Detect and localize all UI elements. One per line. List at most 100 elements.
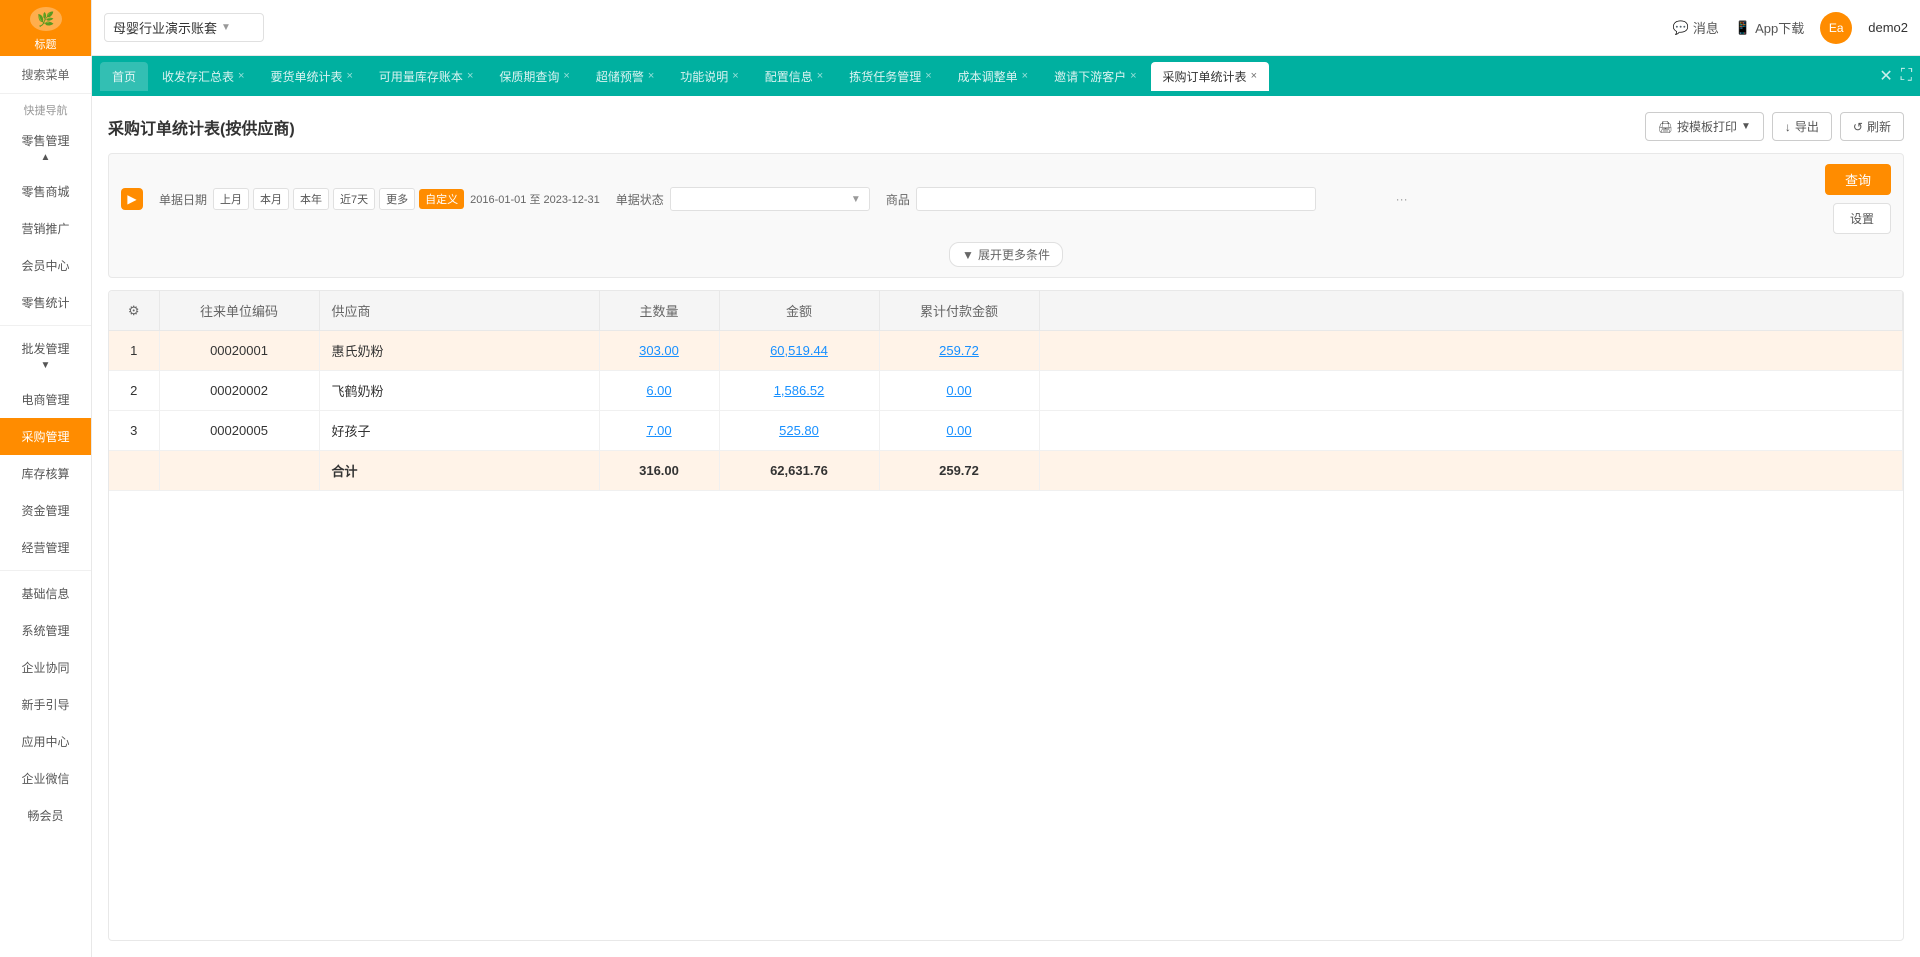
search-button[interactable]: 查询	[1825, 164, 1891, 195]
avatar[interactable]: Ea	[1820, 12, 1852, 44]
username-label[interactable]: demo2	[1868, 20, 1908, 35]
sidebar-item-ecommerce[interactable]: 电商管理	[0, 381, 91, 418]
amount-link[interactable]: 525.80	[779, 423, 819, 438]
refresh-button[interactable]: ↺ 刷新	[1840, 112, 1904, 141]
print-button[interactable]: 🖨 按模板打印 ▼	[1645, 112, 1764, 141]
tab-close-icon[interactable]: ×	[732, 70, 738, 82]
sidebar-item-enterprise[interactable]: 企业协同	[0, 649, 91, 686]
tab-label: 可用量库存账本	[379, 68, 463, 85]
amount-link[interactable]: 1,586.52	[774, 383, 825, 398]
tab-close-icon[interactable]: ×	[1130, 70, 1136, 82]
tab-label: 要货单统计表	[270, 68, 342, 85]
app-download-btn[interactable]: 📱 App下载	[1735, 18, 1804, 37]
tab-requisition-stats[interactable]: 要货单统计表 ×	[258, 62, 364, 91]
tab-overstock[interactable]: 超储预警 ×	[584, 62, 666, 91]
filter-expand-button[interactable]: ▶	[121, 188, 143, 210]
sidebar-item-operations[interactable]: 经营管理	[0, 529, 91, 566]
paid-link[interactable]: 0.00	[946, 383, 971, 398]
col-header-quantity: 主数量	[599, 291, 719, 331]
tab-close-icon[interactable]: ×	[467, 70, 473, 82]
sidebar-item-retail-mgmt[interactable]: 零售管理 ▲	[0, 122, 91, 173]
sidebar-item-member[interactable]: 畅会员	[0, 797, 91, 834]
sidebar-item-label: 零售商城	[21, 183, 69, 200]
settings-button[interactable]: 设置	[1833, 203, 1891, 234]
sidebar-item-app-center[interactable]: 应用中心	[0, 723, 91, 760]
sidebar-item-member-center[interactable]: 会员中心	[0, 247, 91, 284]
quantity-link[interactable]: 7.00	[646, 423, 671, 438]
date-btn-this-month[interactable]: 本月	[253, 188, 289, 210]
tab-label: 超储预警	[596, 68, 644, 85]
date-shortcuts: 上月 本月 本年 近7天 更多 自定义	[213, 188, 464, 210]
message-btn[interactable]: 💬 消息	[1673, 18, 1719, 37]
tab-close-icon[interactable]: ×	[1251, 70, 1257, 82]
col-header-settings[interactable]: ⚙	[109, 291, 159, 331]
tab-close-icon[interactable]: ×	[238, 70, 244, 82]
status-label: 单据状态	[616, 191, 664, 208]
table-row[interactable]: 2 00020002 飞鹤奶粉 6.00 1,586.52 0.00	[109, 371, 1903, 411]
print-dropdown-arrow-icon: ▼	[1741, 121, 1751, 132]
tab-function-desc[interactable]: 功能说明 ×	[668, 62, 750, 91]
workspace-selector[interactable]: 母婴行业演示账套 ▼	[104, 13, 264, 42]
row-paid: 0.00	[879, 371, 1039, 411]
tab-purchase-order-stats[interactable]: 采购订单统计表 ×	[1151, 62, 1269, 91]
expand-more-button[interactable]: ▼ 展开更多条件	[949, 242, 1063, 267]
date-filter: 单据日期 上月 本月 本年 近7天 更多 自定义 2016-01-01 至 20…	[159, 188, 600, 210]
tab-receive-summary[interactable]: 收发存汇总表 ×	[150, 62, 256, 91]
tab-close-icon[interactable]: ×	[563, 70, 569, 82]
sidebar-item-retail-mall[interactable]: 零售商城	[0, 173, 91, 210]
tab-maximize-icon[interactable]: ⛶	[1901, 67, 1912, 85]
row-code: 00020001	[159, 331, 319, 371]
tab-close-all-icon[interactable]: ✕	[1879, 66, 1892, 86]
sidebar-item-retail-stats[interactable]: 零售统计	[0, 284, 91, 321]
quantity-link[interactable]: 6.00	[646, 383, 671, 398]
tab-label: 保质期查询	[499, 68, 559, 85]
tab-invite-customer[interactable]: 邀请下游客户 ×	[1042, 62, 1148, 91]
sidebar-item-label: 应用中心	[21, 733, 69, 750]
tab-pick-task[interactable]: 拣货任务管理 ×	[837, 62, 943, 91]
date-btn-7days[interactable]: 近7天	[333, 188, 375, 210]
table-settings-icon[interactable]: ⚙	[128, 303, 140, 318]
status-select[interactable]: ▼	[670, 187, 870, 211]
sidebar-item-purchase[interactable]: 采购管理	[0, 418, 91, 455]
tab-close-icon[interactable]: ×	[346, 70, 352, 82]
table-row[interactable]: 1 00020001 惠氏奶粉 303.00 60,519.44 259.72	[109, 331, 1903, 371]
tab-cost-adjust[interactable]: 成本调整单 ×	[946, 62, 1040, 91]
goods-value	[925, 192, 1392, 206]
tab-shelf-life[interactable]: 保质期查询 ×	[487, 62, 581, 91]
sidebar-item-label: 零售统计	[21, 294, 69, 311]
tab-close-icon[interactable]: ×	[817, 70, 823, 82]
sidebar-item-new-guide[interactable]: 新手引导	[0, 686, 91, 723]
sidebar-item-enterprise-wechat[interactable]: 企业微信	[0, 760, 91, 797]
filter-expand-row: ▼ 展开更多条件	[121, 242, 1891, 267]
date-btn-more[interactable]: 更多	[379, 188, 415, 210]
tab-config-info[interactable]: 配置信息 ×	[753, 62, 835, 91]
sidebar-search[interactable]: 搜索菜单	[0, 56, 91, 94]
sidebar-item-inventory[interactable]: 库存核算	[0, 455, 91, 492]
date-btn-this-year[interactable]: 本年	[293, 188, 329, 210]
quantity-link[interactable]: 303.00	[639, 343, 679, 358]
tab-close-icon[interactable]: ×	[648, 70, 654, 82]
sidebar-item-label: 企业微信	[21, 770, 69, 787]
sidebar-item-sys-mgmt[interactable]: 系统管理	[0, 612, 91, 649]
row-extra	[1039, 411, 1903, 451]
row-amount: 525.80	[719, 411, 879, 451]
paid-link[interactable]: 0.00	[946, 423, 971, 438]
table-row[interactable]: 3 00020005 好孩子 7.00 525.80 0.00	[109, 411, 1903, 451]
sidebar-item-marketing[interactable]: 营销推广	[0, 210, 91, 247]
sidebar-item-wholesale[interactable]: 批发管理 ▼	[0, 330, 91, 381]
tab-close-icon[interactable]: ×	[925, 70, 931, 82]
tab-available-stock[interactable]: 可用量库存账本 ×	[367, 62, 485, 91]
message-icon: 💬	[1673, 20, 1689, 36]
paid-link[interactable]: 259.72	[939, 343, 979, 358]
tab-close-icon[interactable]: ×	[1022, 70, 1028, 82]
date-btn-last-month[interactable]: 上月	[213, 188, 249, 210]
footer-label: 合计	[319, 451, 599, 491]
export-button[interactable]: ↓ 导出	[1772, 112, 1832, 141]
tab-label: 配置信息	[765, 68, 813, 85]
sidebar-item-finance[interactable]: 资金管理	[0, 492, 91, 529]
tab-home[interactable]: 首页	[100, 62, 148, 91]
goods-input[interactable]: ···	[916, 187, 1316, 211]
amount-link[interactable]: 60,519.44	[770, 343, 828, 358]
divider2	[0, 570, 91, 571]
sidebar-item-basic-info[interactable]: 基础信息	[0, 575, 91, 612]
